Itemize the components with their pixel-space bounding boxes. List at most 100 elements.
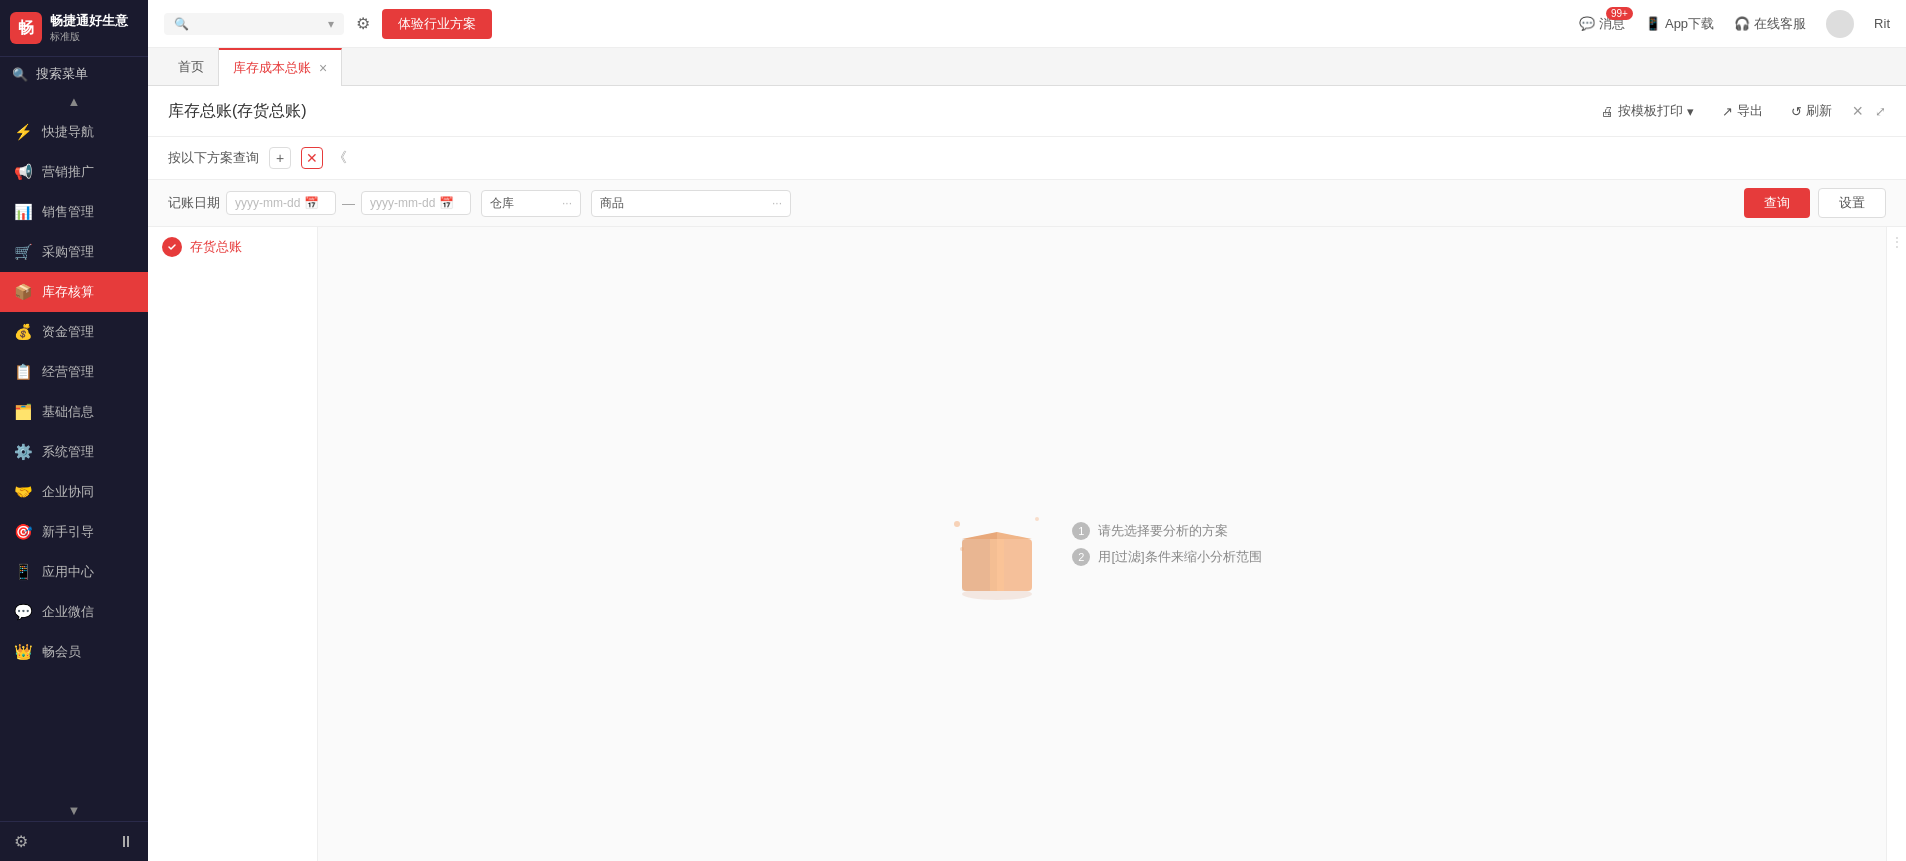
sidebar-item-system[interactable]: ⚙️ 系统管理 bbox=[0, 432, 148, 472]
filter-row: 记账日期 yyyy-mm-dd 📅 — yyyy-mm-dd 📅 仓库 ··· … bbox=[148, 180, 1906, 227]
trial-button[interactable]: 体验行业方案 bbox=[382, 9, 492, 39]
sidebar-item-marketing[interactable]: 📢 营销推广 bbox=[0, 152, 148, 192]
svg-point-7 bbox=[960, 547, 964, 551]
nav-label: 采购管理 bbox=[42, 243, 94, 261]
logo-text: 畅捷通好生意 标准版 bbox=[50, 12, 128, 44]
message-badge: 99+ bbox=[1606, 7, 1633, 20]
empty-hints: 1 请先选择要分析的方案 2 用[过滤]条件来缩小分析范围 bbox=[1072, 522, 1261, 566]
headset-icon: 🎧 bbox=[1734, 16, 1750, 31]
inventory-icon: 📦 bbox=[14, 283, 32, 301]
sidebar-search[interactable]: 🔍 搜索菜单 bbox=[0, 57, 148, 91]
export-icon: ↗ bbox=[1722, 104, 1733, 119]
page-content: 库存总账(存货总账) 🖨 按模板打印 ▾ ↗ 导出 ↺ 刷新 × ⤢ bbox=[148, 86, 1906, 861]
close-panel-btn[interactable]: × bbox=[1852, 101, 1863, 122]
user-avatar[interactable] bbox=[1826, 10, 1854, 38]
svg-point-6 bbox=[1035, 517, 1039, 521]
date-end-input[interactable]: yyyy-mm-dd 📅 bbox=[361, 191, 471, 215]
query-button[interactable]: 查询 bbox=[1744, 188, 1810, 218]
chevron-down-icon: ▾ bbox=[328, 17, 334, 31]
basic-icon: 🗂️ bbox=[14, 403, 32, 421]
app-download-label: App下载 bbox=[1665, 15, 1714, 33]
online-service-btn[interactable]: 🎧 在线客服 bbox=[1734, 15, 1806, 33]
hint-item-2: 2 用[过滤]条件来缩小分析范围 bbox=[1072, 548, 1261, 566]
date-start-placeholder: yyyy-mm-dd bbox=[235, 196, 300, 210]
expand-icon[interactable]: ⤢ bbox=[1875, 104, 1886, 119]
filter-add-btn[interactable]: + bbox=[269, 147, 291, 169]
search-icon: 🔍 bbox=[12, 67, 28, 82]
sidebar-item-vip[interactable]: 👑 畅会员 bbox=[0, 632, 148, 672]
filter-clear-btn[interactable]: ✕ bbox=[301, 147, 323, 169]
goods-select[interactable]: 商品 ··· bbox=[591, 190, 791, 217]
breadcrumb-search[interactable]: 🔍 ▾ bbox=[164, 13, 344, 35]
hint-text-2: 用[过滤]条件来缩小分析范围 bbox=[1098, 548, 1261, 566]
sidebar-item-sales[interactable]: 📊 销售管理 bbox=[0, 192, 148, 232]
sidebar-item-operation[interactable]: 📋 经营管理 bbox=[0, 352, 148, 392]
sidebar-footer: ⚙ ⏸ bbox=[0, 821, 148, 861]
sidebar-item-quick-nav[interactable]: ⚡ 快捷导航 bbox=[0, 112, 148, 152]
app-download-btn[interactable]: 📱 App下载 bbox=[1645, 15, 1714, 33]
appstore-icon: 📱 bbox=[14, 563, 32, 581]
nav-label: 企业微信 bbox=[42, 603, 94, 621]
sidebar-item-cooperation[interactable]: 🤝 企业协同 bbox=[0, 472, 148, 512]
nav-label: 销售管理 bbox=[42, 203, 94, 221]
sidebar-item-capital[interactable]: 💰 资金管理 bbox=[0, 312, 148, 352]
refresh-icon: ↺ bbox=[1791, 104, 1802, 119]
search-label: 搜索菜单 bbox=[36, 65, 88, 83]
tab-inventory-cost-label: 库存成本总账 bbox=[233, 59, 311, 77]
print-template-btn[interactable]: 🖨 按模板打印 ▾ bbox=[1593, 98, 1702, 124]
brand-name: 畅捷通好生意 bbox=[50, 12, 128, 30]
refresh-btn[interactable]: ↺ 刷新 bbox=[1783, 98, 1840, 124]
calendar-end-icon[interactable]: 📅 bbox=[439, 196, 454, 210]
right-close-panel[interactable]: ⋮ bbox=[1886, 227, 1906, 861]
hint-text-1: 请先选择要分析的方案 bbox=[1098, 522, 1228, 540]
sidebar-item-wechat[interactable]: 💬 企业微信 bbox=[0, 592, 148, 632]
sidebar-item-inventory[interactable]: 📦 库存核算 bbox=[0, 272, 148, 312]
date-filter-field: 记账日期 yyyy-mm-dd 📅 — yyyy-mm-dd 📅 bbox=[168, 191, 471, 215]
plan-panel: 存货总账 bbox=[148, 227, 1906, 861]
tab-bar: 首页 库存成本总账 × bbox=[148, 48, 1906, 86]
sales-icon: 📊 bbox=[14, 203, 32, 221]
hint-item-1: 1 请先选择要分析的方案 bbox=[1072, 522, 1261, 540]
settings-button[interactable]: 设置 bbox=[1818, 188, 1886, 218]
guide-icon: 🎯 bbox=[14, 523, 32, 541]
warehouse-select[interactable]: 仓库 ··· bbox=[481, 190, 581, 217]
tab-home[interactable]: 首页 bbox=[164, 48, 219, 86]
wechat-icon: 💬 bbox=[14, 603, 32, 621]
date-label: 记账日期 bbox=[168, 194, 220, 212]
goods-label: 商品 bbox=[600, 195, 624, 212]
cooperation-icon: 🤝 bbox=[14, 483, 32, 501]
settings-icon[interactable]: ⚙ bbox=[14, 832, 28, 851]
plan-item-label: 存货总账 bbox=[190, 238, 242, 256]
scroll-up-btn[interactable]: ▲ bbox=[0, 91, 148, 112]
svg-rect-4 bbox=[990, 539, 1004, 591]
capital-icon: 💰 bbox=[14, 323, 32, 341]
filter-area: 按以下方案查询 + ✕ 《 bbox=[148, 137, 1906, 180]
nav-label: 库存核算 bbox=[42, 283, 94, 301]
nav-label: 畅会员 bbox=[42, 643, 81, 661]
user-name[interactable]: Rit bbox=[1874, 16, 1890, 31]
nav-label: 快捷导航 bbox=[42, 123, 94, 141]
tab-inventory-cost[interactable]: 库存成本总账 × bbox=[219, 48, 342, 86]
scroll-down-btn[interactable]: ▼ bbox=[0, 800, 148, 821]
collapse-icon[interactable]: ⏸ bbox=[118, 833, 134, 851]
tab-close-icon[interactable]: × bbox=[319, 60, 327, 76]
export-btn[interactable]: ↗ 导出 bbox=[1714, 98, 1771, 124]
print-icon: 🖨 bbox=[1601, 104, 1614, 119]
phone-icon: 📱 bbox=[1645, 16, 1661, 31]
filter-collapse-btn[interactable]: 《 bbox=[333, 149, 347, 167]
sidebar-item-guide[interactable]: 🎯 新手引导 bbox=[0, 512, 148, 552]
message-btn[interactable]: 💬 消息 99+ bbox=[1579, 15, 1625, 33]
calendar-start-icon[interactable]: 📅 bbox=[304, 196, 319, 210]
sidebar-item-basic[interactable]: 🗂️ 基础信息 bbox=[0, 392, 148, 432]
sidebar-item-appstore[interactable]: 📱 应用中心 bbox=[0, 552, 148, 592]
action-buttons: 查询 设置 bbox=[1744, 188, 1886, 218]
date-start-input[interactable]: yyyy-mm-dd 📅 bbox=[226, 191, 336, 215]
sidebar: 畅 畅捷通好生意 标准版 🔍 搜索菜单 ▲ ⚡ 快捷导航 📢 营销推广 📊 销售… bbox=[0, 0, 148, 861]
plan-item-inventory-ledger[interactable]: 存货总账 bbox=[148, 227, 317, 267]
marketing-icon: 📢 bbox=[14, 163, 32, 181]
sidebar-item-purchase[interactable]: 🛒 采购管理 bbox=[0, 232, 148, 272]
vip-icon: 👑 bbox=[14, 643, 32, 661]
nav-label: 系统管理 bbox=[42, 443, 94, 461]
gear-icon[interactable]: ⚙ bbox=[352, 10, 374, 37]
nav-label: 新手引导 bbox=[42, 523, 94, 541]
